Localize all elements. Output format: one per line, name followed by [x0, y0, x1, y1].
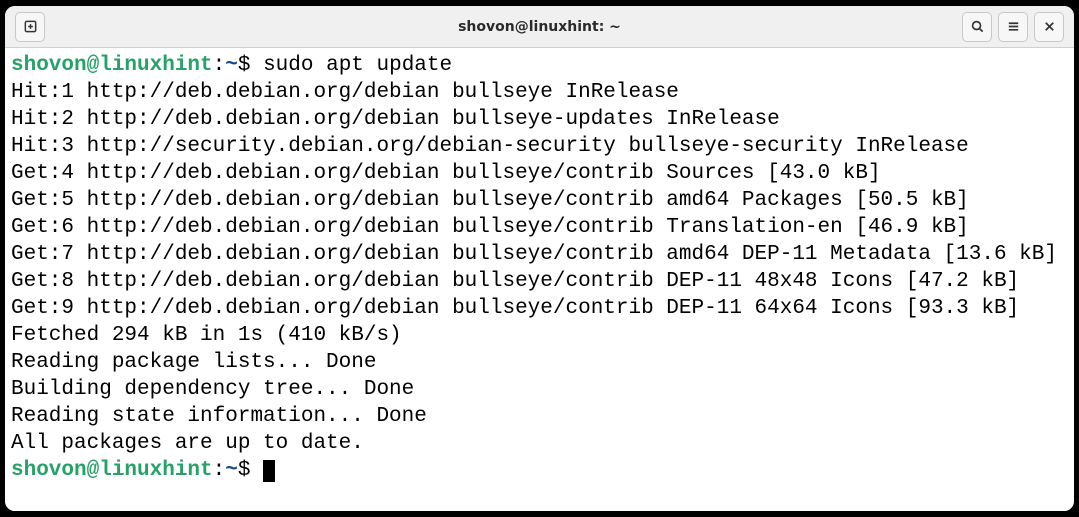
prompt-colon-2: :: [213, 459, 226, 482]
titlebar: shovon@linuxhint: ~: [5, 6, 1074, 48]
prompt-path: ~: [225, 54, 238, 77]
prompt-symbol: $: [238, 54, 251, 77]
menu-button[interactable]: [998, 12, 1028, 42]
window-title: shovon@linuxhint: ~: [458, 19, 621, 35]
close-button[interactable]: [1034, 12, 1064, 42]
terminal-window: shovon@linuxhint: ~: [5, 6, 1074, 511]
search-button[interactable]: [962, 12, 992, 42]
new-tab-button[interactable]: [15, 12, 45, 42]
close-icon: [1042, 19, 1057, 34]
search-icon: [970, 19, 985, 34]
hamburger-icon: [1006, 19, 1021, 34]
terminal-body[interactable]: shovon@linuxhint:~$ sudo apt update Hit:…: [5, 48, 1074, 511]
prompt-user-host: shovon@linuxhint: [11, 54, 213, 77]
new-tab-icon: [23, 19, 38, 34]
prompt-symbol-2: $: [238, 459, 251, 482]
prompt-path-2: ~: [225, 459, 238, 482]
prompt-user-host-2: shovon@linuxhint: [11, 459, 213, 482]
cursor: [263, 460, 275, 482]
terminal-output: Hit:1 http://deb.debian.org/debian bulls…: [11, 81, 1057, 455]
prompt-colon: :: [213, 54, 226, 77]
command-text: sudo apt update: [263, 54, 452, 77]
